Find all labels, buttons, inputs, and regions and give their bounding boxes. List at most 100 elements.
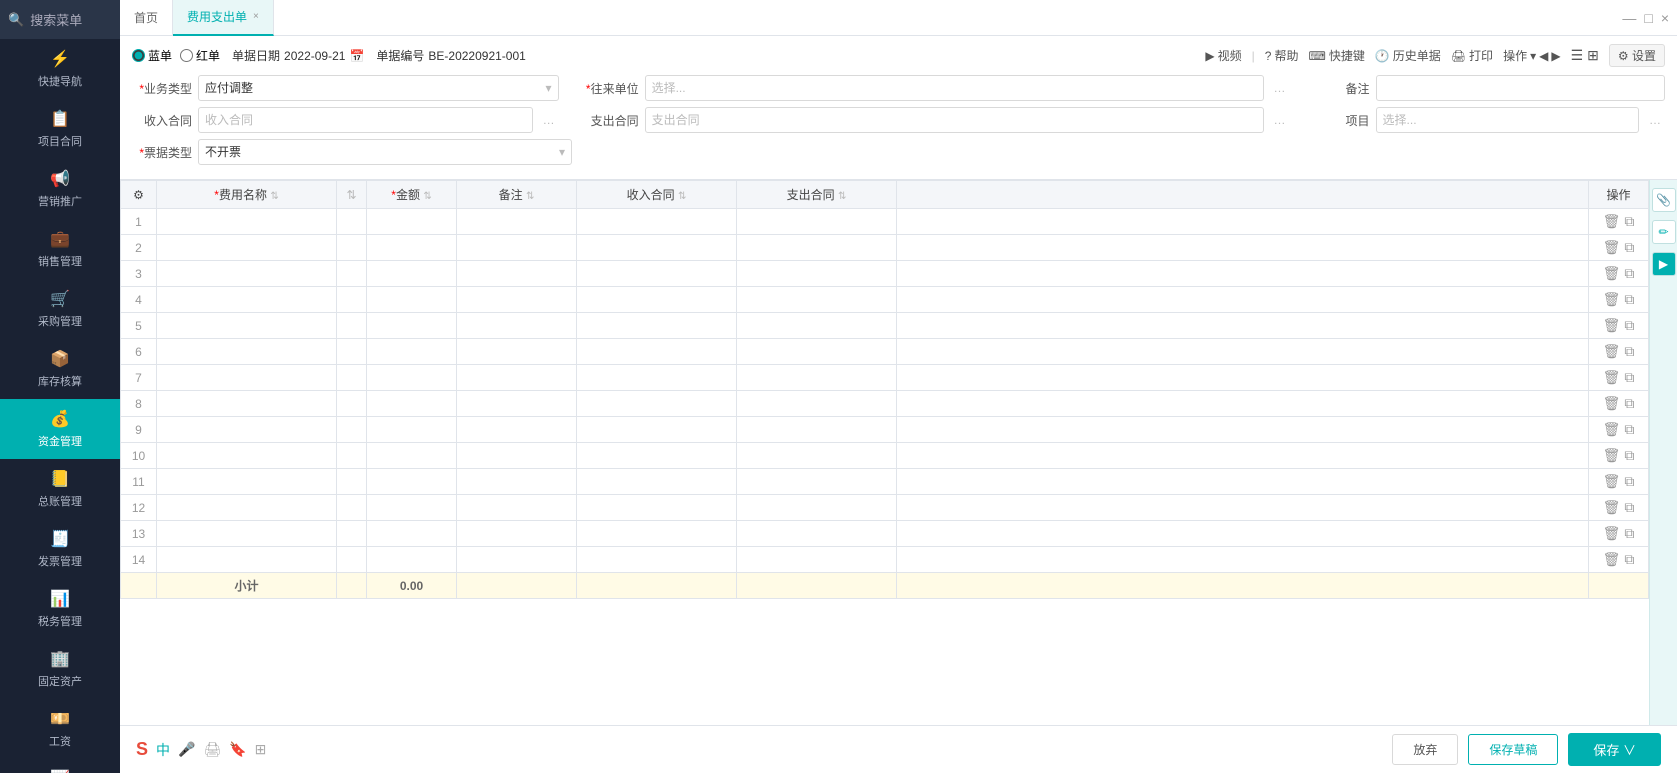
amount-cell-5[interactable]: [367, 313, 457, 339]
delete-row-btn-9[interactable]: 🗑: [1603, 421, 1621, 438]
delete-row-btn-7[interactable]: 🗑: [1603, 369, 1621, 386]
amount-cell-7[interactable]: [367, 365, 457, 391]
sidebar-item-salary[interactable]: 💴 工资: [0, 699, 120, 759]
delete-row-btn-13[interactable]: 🗑: [1603, 525, 1621, 542]
expense-name-cell-1[interactable]: [157, 209, 337, 235]
expense-contract-cell-7[interactable]: [737, 365, 897, 391]
income-contract-cell-8[interactable]: [577, 391, 737, 417]
income-contract-input[interactable]: [198, 107, 533, 133]
expense-name-cell-13[interactable]: [157, 521, 337, 547]
bookmark-icon[interactable]: 🔖: [229, 741, 246, 758]
income-contract-cell-6[interactable]: [577, 339, 737, 365]
print-footer-icon[interactable]: 🖨: [203, 741, 221, 758]
income-contract-cell-5[interactable]: [577, 313, 737, 339]
biz-type-select[interactable]: 应付调整 应付账款: [199, 76, 558, 100]
copy-row-btn-8[interactable]: ⧉: [1624, 395, 1634, 412]
side-edit-btn[interactable]: ✏: [1652, 220, 1676, 244]
copy-row-btn-4[interactable]: ⧉: [1624, 291, 1634, 308]
amount-cell-2[interactable]: [367, 235, 457, 261]
amount-cell-10[interactable]: [367, 443, 457, 469]
video-btn[interactable]: ▶ 视频: [1205, 47, 1241, 64]
window-maximize-btn[interactable]: □: [1644, 10, 1652, 26]
expense-name-cell-9[interactable]: [157, 417, 337, 443]
sidebar-item-sales-mgmt[interactable]: 💼 销售管理: [0, 219, 120, 279]
note-cell-1[interactable]: [457, 209, 577, 235]
tab-expense-form[interactable]: 费用支出单 ×: [173, 0, 274, 36]
expense-contract-input[interactable]: [645, 107, 1264, 133]
note-cell-12[interactable]: [457, 495, 577, 521]
print-btn[interactable]: 🖨 打印: [1451, 47, 1493, 64]
sidebar-item-inventory[interactable]: 📦 库存核算: [0, 339, 120, 399]
col-gear[interactable]: ⚙: [121, 181, 157, 209]
expense-contract-cell-9[interactable]: [737, 417, 897, 443]
sidebar-item-invoice-mgmt[interactable]: 🧾 发票管理: [0, 519, 120, 579]
history-btn[interactable]: 🕐 历史单据: [1375, 47, 1441, 64]
delete-row-btn-8[interactable]: 🗑: [1603, 395, 1621, 412]
expense-contract-cell-3[interactable]: [737, 261, 897, 287]
sidebar-item-project-contract[interactable]: 📋 项目合同: [0, 99, 120, 159]
help-btn[interactable]: ? 帮助: [1265, 47, 1299, 64]
note-cell-9[interactable]: [457, 417, 577, 443]
expense-contract-cell-2[interactable]: [737, 235, 897, 261]
note-cell-5[interactable]: [457, 313, 577, 339]
expense-contract-dots[interactable]: …: [1270, 113, 1290, 127]
delete-row-btn-10[interactable]: 🗑: [1603, 447, 1621, 464]
col-sort[interactable]: ⇅: [337, 181, 367, 209]
delete-row-btn-14[interactable]: 🗑: [1603, 551, 1621, 568]
delete-row-btn-3[interactable]: 🗑: [1603, 265, 1621, 282]
copy-row-btn-1[interactable]: ⧉: [1624, 213, 1634, 230]
operate-btn[interactable]: 操作 ▾ ◀ ▶: [1503, 47, 1561, 64]
note-cell-8[interactable]: [457, 391, 577, 417]
mic-icon[interactable]: 🎤: [178, 741, 195, 758]
expense-name-cell-3[interactable]: [157, 261, 337, 287]
income-contract-cell-10[interactable]: [577, 443, 737, 469]
side-paperclip-btn[interactable]: 📎: [1652, 188, 1676, 212]
expense-contract-cell-5[interactable]: [737, 313, 897, 339]
grid-footer-icon[interactable]: ⊞: [255, 741, 267, 758]
amount-cell-13[interactable]: [367, 521, 457, 547]
copy-row-btn-7[interactable]: ⧉: [1624, 369, 1634, 386]
radio-blue[interactable]: 蓝单: [132, 47, 172, 64]
note-cell-11[interactable]: [457, 469, 577, 495]
amount-cell-6[interactable]: [367, 339, 457, 365]
abandon-button[interactable]: 放弃: [1392, 734, 1458, 765]
note-cell-14[interactable]: [457, 547, 577, 573]
sidebar-item-quick-nav[interactable]: ⚡ 快捷导航: [0, 39, 120, 99]
income-contract-cell-11[interactable]: [577, 469, 737, 495]
copy-row-btn-3[interactable]: ⧉: [1624, 265, 1634, 282]
shortcut-btn[interactable]: ⌨ 快捷键: [1309, 47, 1365, 64]
income-contract-cell-1[interactable]: [577, 209, 737, 235]
amount-cell-11[interactable]: [367, 469, 457, 495]
window-minimize-btn[interactable]: —: [1622, 10, 1636, 26]
window-close-btn[interactable]: ×: [1661, 10, 1669, 26]
calendar-icon[interactable]: 📅: [349, 49, 364, 63]
expense-name-cell-6[interactable]: [157, 339, 337, 365]
partner-input[interactable]: [645, 75, 1264, 101]
tab-home[interactable]: 首页: [120, 0, 173, 36]
amount-cell-8[interactable]: [367, 391, 457, 417]
delete-row-btn-12[interactable]: 🗑: [1603, 499, 1621, 516]
side-main-btn[interactable]: ▶: [1652, 252, 1676, 276]
expense-name-cell-12[interactable]: [157, 495, 337, 521]
income-contract-cell-12[interactable]: [577, 495, 737, 521]
expense-name-cell-5[interactable]: [157, 313, 337, 339]
amount-cell-9[interactable]: [367, 417, 457, 443]
copy-row-btn-9[interactable]: ⧉: [1624, 421, 1634, 438]
expense-name-cell-7[interactable]: [157, 365, 337, 391]
note-cell-2[interactable]: [457, 235, 577, 261]
expense-name-cell-10[interactable]: [157, 443, 337, 469]
expense-name-cell-4[interactable]: [157, 287, 337, 313]
note-cell-13[interactable]: [457, 521, 577, 547]
amount-cell-1[interactable]: [367, 209, 457, 235]
delete-row-btn-2[interactable]: 🗑: [1603, 239, 1621, 256]
expense-contract-cell-1[interactable]: [737, 209, 897, 235]
expense-name-cell-14[interactable]: [157, 547, 337, 573]
delete-row-btn-11[interactable]: 🗑: [1603, 473, 1621, 490]
income-contract-cell-14[interactable]: [577, 547, 737, 573]
view-list-icon[interactable]: ☰: [1571, 47, 1584, 64]
note-cell-3[interactable]: [457, 261, 577, 287]
expense-contract-cell-4[interactable]: [737, 287, 897, 313]
sidebar-item-fund-mgmt[interactable]: 💰 资金管理: [0, 399, 120, 459]
expense-contract-cell-12[interactable]: [737, 495, 897, 521]
copy-row-btn-11[interactable]: ⧉: [1624, 473, 1634, 490]
